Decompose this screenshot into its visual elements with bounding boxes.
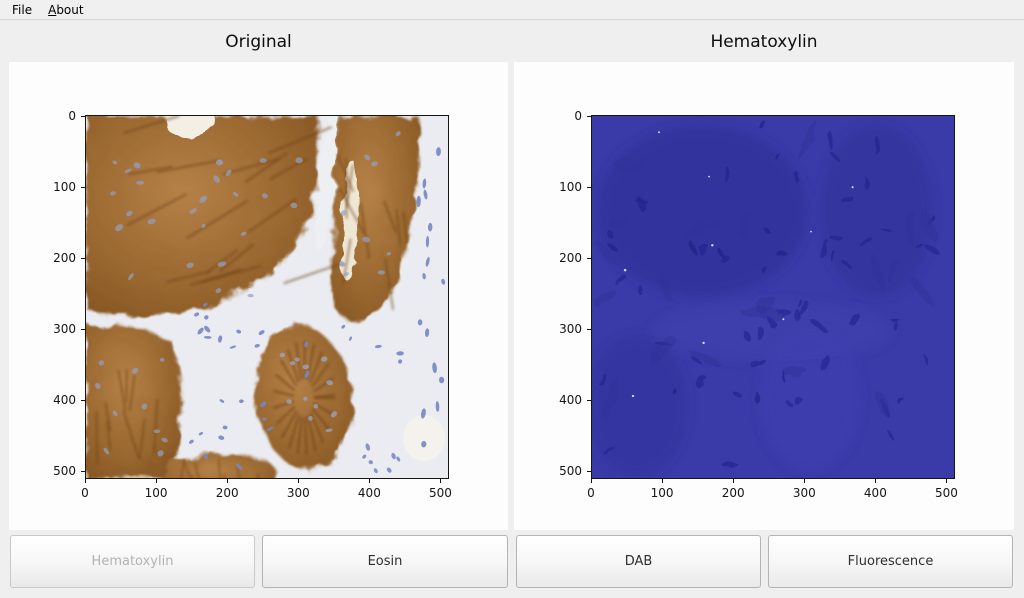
original-image (85, 115, 449, 479)
tick-label: 300 (286, 486, 310, 500)
tick-label: 0 (574, 109, 582, 123)
menu-bar: File About (0, 0, 1024, 20)
tick-mark (591, 479, 592, 483)
y-axis-hematoxylin: 0 100 200 300 400 500 (541, 109, 591, 480)
tick-mark (946, 479, 948, 483)
tick-label: 100 (559, 180, 582, 195)
tick-mark (369, 479, 371, 483)
hematoxylin-image (591, 115, 955, 479)
tick-label: 400 (559, 393, 582, 408)
tick-label: 400 (53, 393, 76, 408)
original-histology-svg (86, 116, 448, 478)
tick-mark (156, 479, 158, 483)
tick-mark (85, 479, 86, 483)
hematoxylin-button[interactable]: Hematoxylin (10, 535, 255, 588)
tick-label: 0 (81, 486, 89, 500)
tick-label: 300 (53, 322, 76, 337)
tick-mark (662, 479, 664, 483)
tick-mark (298, 479, 300, 483)
y-axis-original: 0 100 200 300 400 500 (35, 109, 85, 480)
tick-mark (733, 479, 735, 483)
hematoxylin-channel-svg (592, 116, 954, 478)
eosin-button[interactable]: Eosin (262, 535, 508, 588)
tick-label: 0 (68, 109, 76, 123)
tick-label: 500 (559, 464, 582, 479)
tick-label: 100 (53, 180, 76, 195)
panel-hematoxylin: 0 100 200 300 400 500 0 100 200 300 400 500 (514, 62, 1014, 530)
tick-label: 500 (53, 464, 76, 479)
menu-item-file[interactable]: File (4, 1, 40, 19)
tick-label: 400 (357, 486, 381, 500)
tick-mark (804, 479, 806, 483)
tick-label: 200 (215, 486, 239, 500)
tick-label: 200 (559, 251, 582, 266)
tick-mark (875, 479, 877, 483)
tick-label: 500 (935, 486, 958, 500)
tick-label: 200 (53, 251, 76, 266)
tick-label: 400 (863, 486, 887, 500)
tick-mark (227, 479, 229, 483)
panel-original: 0 100 200 300 400 500 0 100 200 300 400 500 (9, 62, 508, 530)
menu-item-about[interactable]: About (40, 1, 92, 19)
tick-label: 0 (587, 486, 595, 500)
tick-label: 100 (144, 486, 168, 500)
tick-label: 100 (650, 486, 674, 500)
dab-button[interactable]: DAB (516, 535, 761, 588)
tick-label: 200 (721, 486, 745, 500)
x-axis-original: 0 100 200 300 400 500 (81, 479, 452, 505)
tick-label: 300 (559, 322, 582, 337)
about-label-rest: bout (56, 2, 84, 17)
panel-title-hematoxylin: Hematoxylin (710, 32, 818, 52)
tick-label: 500 (429, 486, 452, 500)
panel-title-original: Original (225, 32, 292, 52)
tick-mark (440, 479, 442, 483)
fluorescence-button[interactable]: Fluorescence (768, 535, 1013, 588)
tick-label: 300 (792, 486, 816, 500)
x-axis-hematoxylin: 0 100 200 300 400 500 (587, 479, 958, 505)
